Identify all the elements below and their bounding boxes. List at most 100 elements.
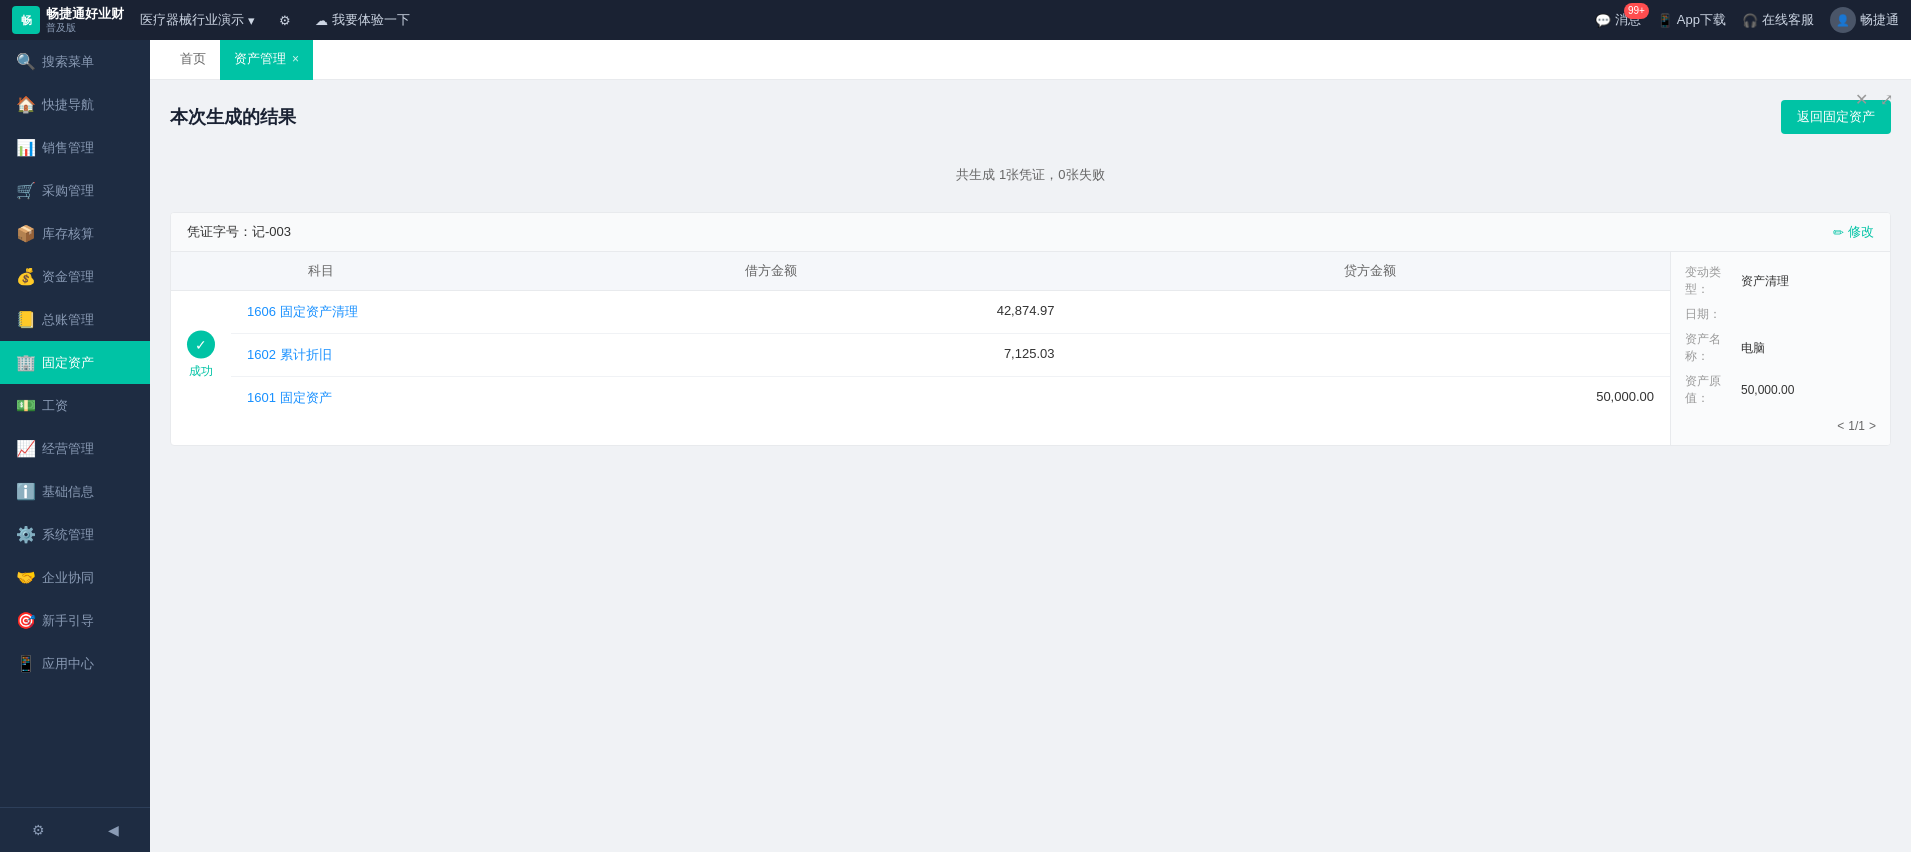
sidebar-item-ledger[interactable]: 📒 总账管理 [0,298,150,341]
table-row: 1606 固定资产清理 42,874.97 [231,291,1670,334]
maximize-overlay-button[interactable]: ⤢ [1878,88,1895,111]
sidebar-item-label: 库存核算 [42,225,94,243]
tab-home[interactable]: 首页 [166,40,220,80]
company-settings-button[interactable]: ⚙ [271,6,299,34]
table-main: 科目 借方金额 贷方金额 ✓ 成功 [171,252,1670,445]
close-overlay-button[interactable]: ✕ [1853,88,1870,111]
user-area[interactable]: 👤 畅捷通 [1830,7,1899,33]
asset-name-value: 电脑 [1741,340,1765,357]
logo-text: 畅捷通好业财 普及版 [46,6,124,34]
header-account: 科目 [171,252,471,290]
next-page-button[interactable]: > [1869,419,1876,433]
basic-info-icon: ℹ️ [16,482,34,501]
change-type-row: 变动类型： 资产清理 [1685,264,1876,298]
credit-cell: 50,000.00 [1071,377,1671,419]
edit-icon: ✏ [1833,225,1844,240]
success-indicator: ✓ 成功 [187,331,215,380]
sidebar-item-system[interactable]: ⚙️ 系统管理 [0,513,150,556]
header-debit: 借方金额 [471,252,1071,290]
summary-text: 共生成 1张凭证，0张失败 [956,167,1104,182]
original-value-label: 资产原值： [1685,373,1741,407]
logo-subtitle: 普及版 [46,22,124,34]
page-indicator: 1/1 [1848,419,1865,433]
voucher-table: 科目 借方金额 贷方金额 ✓ 成功 [171,252,1890,445]
edit-button[interactable]: ✏ 修改 [1833,223,1874,241]
company-selector[interactable]: 医疗器械行业演示 ▾ [132,7,263,33]
tab-bar: 首页 资产管理 × [150,40,1911,80]
sidebar-item-finance[interactable]: 💰 资金管理 [0,255,150,298]
account-cell[interactable]: 1606 固定资产清理 [231,291,471,333]
try-experience-button[interactable]: ☁ 我要体验一下 [307,7,418,33]
sidebar-item-label: 销售管理 [42,139,94,157]
voucher-header: 凭证字号：记-003 ✏ 修改 [171,213,1890,252]
app-download-label: App下载 [1677,11,1726,29]
account-cell[interactable]: 1601 固定资产 [231,377,471,419]
sidebar-item-purchase[interactable]: 🛒 采购管理 [0,169,150,212]
account-cell[interactable]: 1602 累计折旧 [231,334,471,376]
side-panel: 变动类型： 资产清理 日期： 资产名称： 电脑 [1670,252,1890,445]
table-header: 科目 借方金额 贷方金额 [171,252,1670,291]
original-value-row: 资产原值： 50,000.00 [1685,373,1876,407]
sidebar-item-operations[interactable]: 📈 经营管理 [0,427,150,470]
top-header: 畅 畅捷通好业财 普及版 医疗器械行业演示 ▾ ⚙ ☁ 我要体验一下 💬 消息 … [0,0,1911,40]
edit-label: 修改 [1848,223,1874,241]
table-row: 1602 累计折旧 7,125.03 [231,334,1670,377]
sidebar-item-enterprise[interactable]: 🤝 企业协同 [0,556,150,599]
credit-cell [1071,291,1671,333]
logo-icon: 畅 [12,6,40,34]
online-service-button[interactable]: 🎧 在线客服 [1742,11,1814,29]
table-rows: 1606 固定资产清理 42,874.97 1602 累计折旧 7,125.03 [171,291,1670,419]
tab-close-button[interactable]: × [292,53,299,65]
dropdown-icon: ▾ [248,13,255,28]
app-download-button[interactable]: 📱 App下载 [1657,11,1726,29]
sidebar-item-payroll[interactable]: 💵 工资 [0,384,150,427]
logo-title: 畅捷通好业财 [46,6,124,22]
result-summary: 共生成 1张凭证，0张失败 [170,154,1891,196]
sidebar-item-inventory[interactable]: 📦 库存核算 [0,212,150,255]
overlay-controls: ✕ ⤢ [1853,88,1895,111]
sidebar-item-label: 工资 [42,397,68,415]
page-content: ✕ ⤢ 本次生成的结果 返回固定资产 共生成 1张凭证，0张失败 凭证字号：记-… [150,80,1911,852]
success-text: 成功 [189,363,213,380]
sidebar-item-guide[interactable]: 🎯 新手引导 [0,599,150,642]
debit-cell: 7,125.03 [471,334,1071,376]
sidebar-item-sales[interactable]: 📊 销售管理 [0,126,150,169]
messages-button[interactable]: 💬 消息 99+ [1595,11,1641,29]
sidebar-collapse-button[interactable]: ◀ [102,816,125,844]
inventory-icon: 📦 [16,224,34,243]
payroll-icon: 💵 [16,396,34,415]
ledger-icon: 📒 [16,310,34,329]
guide-icon: 🎯 [16,611,34,630]
sidebar-item-fixed-assets[interactable]: 🏢 固定资产 [0,341,150,384]
voucher-card: 凭证字号：记-003 ✏ 修改 科目 借方金额 贷方金额 [170,212,1891,446]
download-icon: 📱 [1657,13,1673,28]
debit-cell: 42,874.97 [471,291,1071,333]
sidebar: 🔍 搜索菜单 🏠 快捷导航 📊 销售管理 🛒 采购管理 📦 库存核算 💰 资金管… [0,40,150,852]
sidebar-item-basic-info[interactable]: ℹ️ 基础信息 [0,470,150,513]
logo: 畅 畅捷通好业财 普及版 [12,6,124,34]
header-right: 💬 消息 99+ 📱 App下载 🎧 在线客服 👤 畅捷通 [1595,7,1899,33]
change-type-value: 资产清理 [1741,273,1789,290]
tab-home-label: 首页 [180,50,206,68]
message-icon: 💬 [1595,13,1611,28]
credit-cell [1071,334,1671,376]
asset-name-row: 资产名称： 电脑 [1685,331,1876,365]
sidebar-item-label: 经营管理 [42,440,94,458]
prev-page-button[interactable]: < [1837,419,1844,433]
messages-badge: 99+ [1624,3,1649,19]
system-icon: ⚙️ [16,525,34,544]
page-title-bar: 本次生成的结果 返回固定资产 [170,100,1891,134]
success-circle-icon: ✓ [187,331,215,359]
tab-asset-management[interactable]: 资产管理 × [220,40,313,80]
sidebar-item-label: 基础信息 [42,483,94,501]
table-row: 1601 固定资产 50,000.00 [231,377,1670,419]
asset-name-label: 资产名称： [1685,331,1741,365]
sidebar-item-quick-nav[interactable]: 🏠 快捷导航 [0,83,150,126]
sidebar-item-search[interactable]: 🔍 搜索菜单 [0,40,150,83]
app-center-icon: 📱 [16,654,34,673]
footer-settings-button[interactable]: ⚙ [26,816,51,844]
sidebar-item-label: 系统管理 [42,526,94,544]
page-title: 本次生成的结果 [170,105,296,129]
sidebar-item-app-center[interactable]: 📱 应用中心 [0,642,150,685]
original-value-value: 50,000.00 [1741,383,1794,397]
